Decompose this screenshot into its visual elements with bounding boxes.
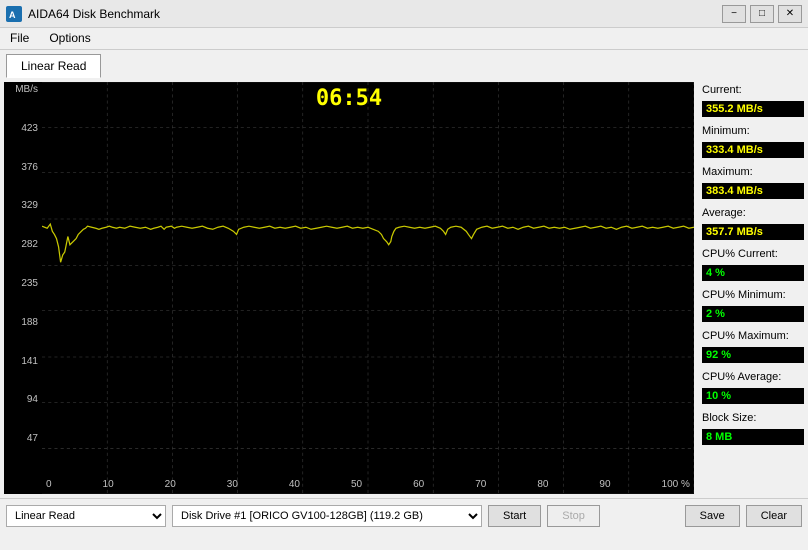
x-label-40: 40 bbox=[289, 479, 300, 490]
average-value: 357.7 MB/s bbox=[702, 224, 804, 240]
y-label-423: 423 bbox=[4, 123, 42, 134]
menu-file[interactable]: File bbox=[4, 30, 35, 47]
blocksize-label: Block Size: bbox=[702, 412, 804, 424]
cpu-average-label: CPU% Average: bbox=[702, 371, 804, 383]
y-label-mbps: MB/s bbox=[4, 84, 42, 95]
test-dropdown[interactable]: Linear Read bbox=[6, 505, 166, 527]
x-label-0: 0 bbox=[46, 479, 52, 490]
x-label-100: 100 % bbox=[662, 479, 690, 490]
y-label-94: 94 bbox=[4, 394, 42, 405]
cpu-current-label: CPU% Current: bbox=[702, 248, 804, 260]
minimum-value: 333.4 MB/s bbox=[702, 142, 804, 158]
app-icon: A bbox=[6, 6, 22, 22]
main-area: 06:54 MB/s 423 376 329 282 235 188 141 9… bbox=[0, 78, 808, 498]
y-label-47: 47 bbox=[4, 433, 42, 444]
blocksize-value: 8 MB bbox=[702, 429, 804, 445]
stop-button[interactable]: Stop bbox=[547, 505, 600, 527]
x-label-80: 80 bbox=[537, 479, 548, 490]
y-axis: MB/s 423 376 329 282 235 188 141 94 47 bbox=[4, 82, 42, 474]
bottom-bar: Linear Read Disk Drive #1 [ORICO GV100-1… bbox=[0, 498, 808, 532]
y-label-376: 376 bbox=[4, 162, 42, 173]
start-button[interactable]: Start bbox=[488, 505, 541, 527]
chart-svg bbox=[42, 82, 694, 494]
cpu-maximum-label: CPU% Maximum: bbox=[702, 330, 804, 342]
svg-text:A: A bbox=[9, 10, 16, 20]
x-label-10: 10 bbox=[103, 479, 114, 490]
current-label: Current: bbox=[702, 84, 804, 96]
x-label-20: 20 bbox=[165, 479, 176, 490]
minimum-label: Minimum: bbox=[702, 125, 804, 137]
y-label-329: 329 bbox=[4, 200, 42, 211]
y-label-141: 141 bbox=[4, 356, 42, 367]
x-label-50: 50 bbox=[351, 479, 362, 490]
x-axis: 0 10 20 30 40 50 60 70 80 90 100 % bbox=[42, 474, 694, 494]
maximum-value: 383.4 MB/s bbox=[702, 183, 804, 199]
menu-options[interactable]: Options bbox=[43, 30, 96, 47]
minimize-button[interactable]: − bbox=[722, 5, 746, 23]
app-title: AIDA64 Disk Benchmark bbox=[28, 7, 160, 21]
cpu-maximum-value: 92 % bbox=[702, 347, 804, 363]
tab-linear-read[interactable]: Linear Read bbox=[6, 54, 101, 78]
stats-sidebar: Current: 355.2 MB/s Minimum: 333.4 MB/s … bbox=[698, 78, 808, 498]
chart-area: 06:54 MB/s 423 376 329 282 235 188 141 9… bbox=[4, 82, 694, 494]
x-label-60: 60 bbox=[413, 479, 424, 490]
tab-bar: Linear Read bbox=[0, 50, 808, 78]
x-label-70: 70 bbox=[475, 479, 486, 490]
y-label-282: 282 bbox=[4, 239, 42, 250]
cpu-average-value: 10 % bbox=[702, 388, 804, 404]
current-value: 355.2 MB/s bbox=[702, 101, 804, 117]
average-label: Average: bbox=[702, 207, 804, 219]
y-label-235: 235 bbox=[4, 278, 42, 289]
cpu-current-value: 4 % bbox=[702, 265, 804, 281]
clear-button[interactable]: Clear bbox=[746, 505, 802, 527]
save-button[interactable]: Save bbox=[685, 505, 740, 527]
maximize-button[interactable]: □ bbox=[750, 5, 774, 23]
maximum-label: Maximum: bbox=[702, 166, 804, 178]
title-bar: A AIDA64 Disk Benchmark − □ ✕ bbox=[0, 0, 808, 28]
close-button[interactable]: ✕ bbox=[778, 5, 802, 23]
window-controls: − □ ✕ bbox=[722, 5, 802, 23]
cpu-minimum-label: CPU% Minimum: bbox=[702, 289, 804, 301]
y-label-188: 188 bbox=[4, 317, 42, 328]
x-label-30: 30 bbox=[227, 479, 238, 490]
cpu-minimum-value: 2 % bbox=[702, 306, 804, 322]
menu-bar: File Options bbox=[0, 28, 808, 50]
drive-dropdown[interactable]: Disk Drive #1 [ORICO GV100-128GB] (119.2… bbox=[172, 505, 482, 527]
x-label-90: 90 bbox=[599, 479, 610, 490]
